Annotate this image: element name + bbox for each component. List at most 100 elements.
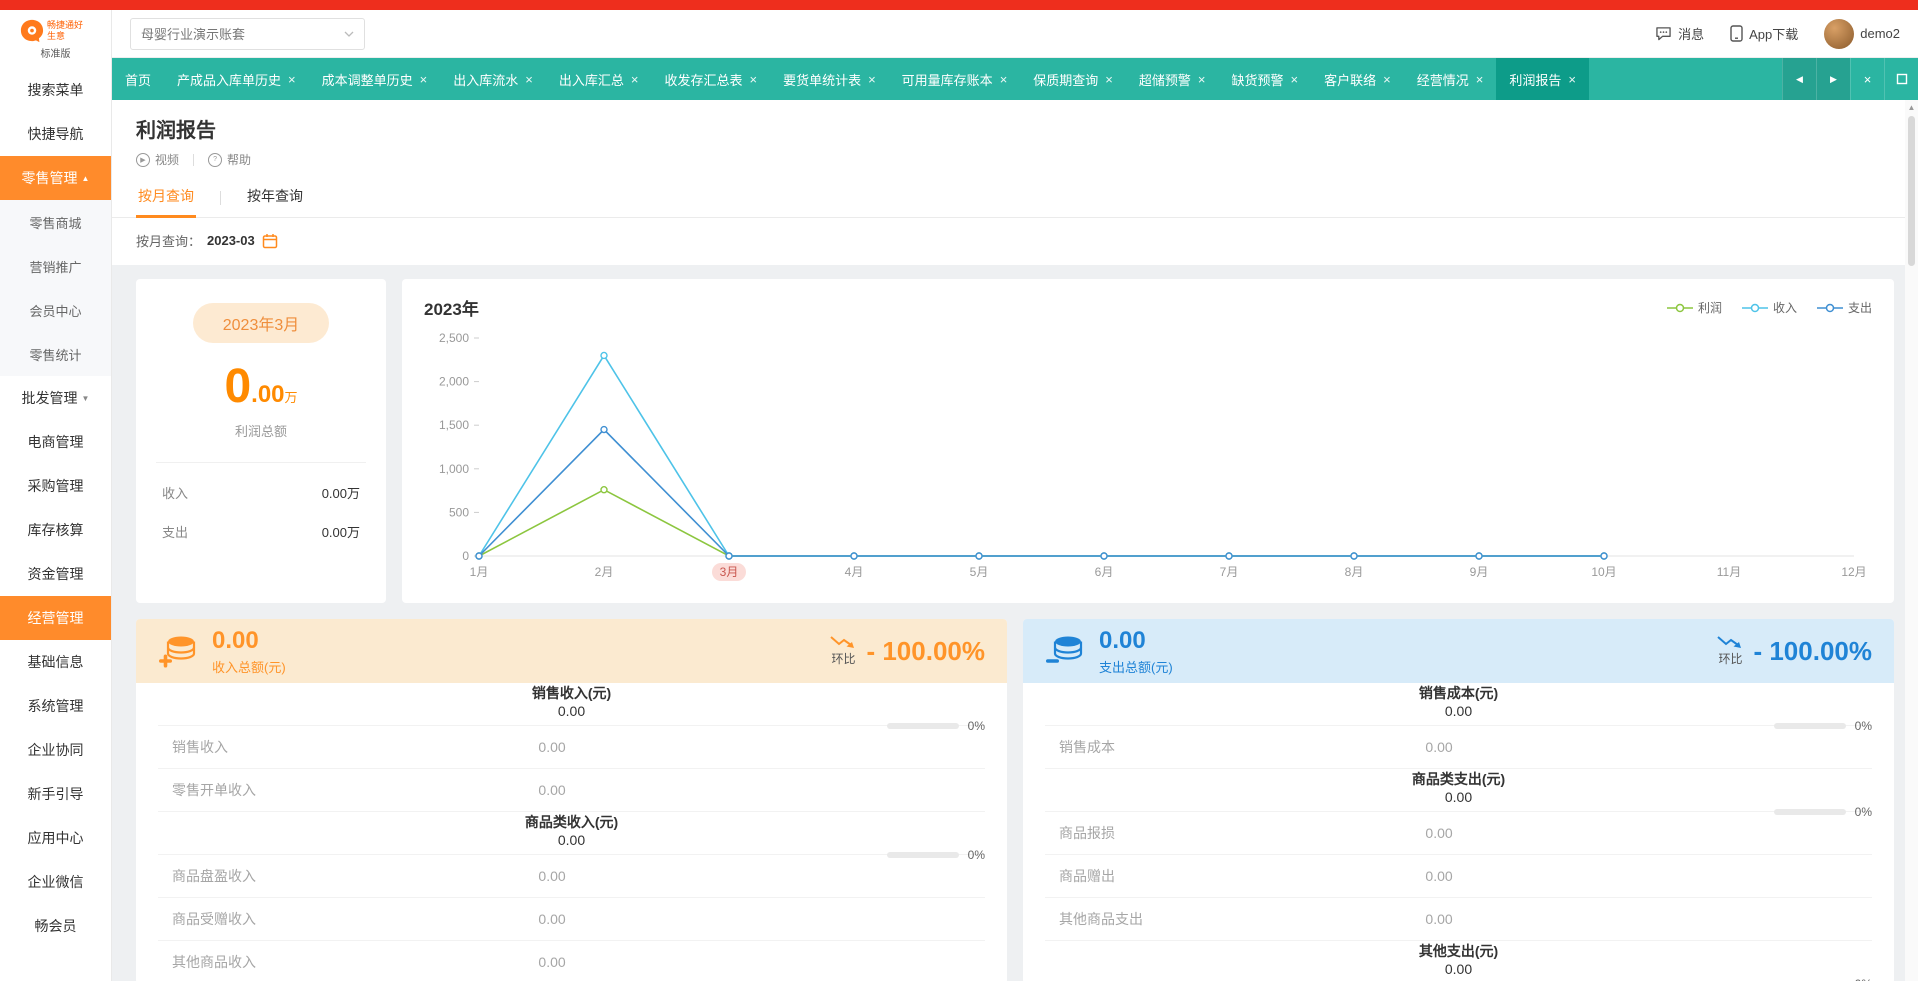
stat-row-value: 0.00 (1425, 868, 1453, 884)
sidebar-item-basic-info[interactable]: 基础信息 (0, 640, 111, 684)
page-content: 利润报告 ▶ 视频 ? 帮助 按月查询 按年查询 按月查询： 2023-03 2… (112, 100, 1918, 981)
tab-monthly-query[interactable]: 按月查询 (136, 178, 196, 218)
stat-row: 销售收入 0.00 (158, 726, 985, 769)
tab-yearly-query[interactable]: 按年查询 (245, 178, 305, 217)
sidebar: 畅捷通好生意 标准版 搜索菜单快捷导航零售管理 ▲ 零售商城 营销推广 会员中心 零售统计… (0, 10, 112, 981)
sidebar-item-wholesale-mgmt[interactable]: 批发管理 ▼ (0, 376, 111, 420)
messages-label: 消息 (1678, 27, 1705, 42)
tab-item[interactable]: 客户联络 × (1311, 58, 1404, 100)
sidebar-item-label: 快捷导航 (27, 126, 84, 142)
progress-group: 0% (886, 848, 985, 862)
sidebar-item-enterprise-wechat[interactable]: 企业微信 (0, 860, 111, 904)
sidebar-item-app-center[interactable]: 应用中心 (0, 816, 111, 860)
video-label: 视频 (155, 153, 180, 167)
close-tabs-icon[interactable]: × (1850, 58, 1884, 100)
income-total-label: 收入总额(元) (212, 659, 286, 675)
close-tab-icon[interactable]: × (1291, 72, 1299, 87)
sidebar-item-label: 基础信息 (27, 654, 84, 670)
legend-item[interactable]: 支出 (1816, 299, 1872, 316)
close-tab-icon[interactable]: × (868, 72, 876, 87)
brand-logo[interactable]: 畅捷通好生意 标准版 (0, 10, 111, 68)
sidebar-item-marketing-promo[interactable]: 营销推广 (0, 244, 111, 288)
tab-scroll-left-icon[interactable]: ◀ (1782, 58, 1816, 100)
tab-item[interactable]: 可用量库存账本 × (889, 58, 1021, 100)
sidebar-item-funds-mgmt[interactable]: 资金管理 (0, 552, 111, 596)
close-tab-icon[interactable]: × (749, 72, 757, 87)
tab-label: 保质期查询 (1033, 72, 1099, 88)
tab-item[interactable]: 要货单统计表 × (770, 58, 889, 100)
tab-item[interactable]: 出入库流水 × (440, 58, 546, 100)
tab-item[interactable]: 出入库汇总 × (546, 58, 652, 100)
expense-rows: 销售成本(元) 0.00 0% 销售成本 0.00 商品类支出(元) 0.00 0% 商品报损 0… (1023, 683, 1894, 981)
help-label: 帮助 (227, 153, 252, 167)
sidebar-item-enterprise-collab[interactable]: 企业协同 (0, 728, 111, 772)
app-download-button[interactable]: App下载 (1730, 24, 1798, 43)
messages-button[interactable]: 消息 (1655, 24, 1704, 43)
sidebar-item-operations-mgmt[interactable]: 经营管理 (0, 596, 111, 640)
sidebar-item-retail-mall[interactable]: 零售商城 (0, 200, 111, 244)
legend-item[interactable]: 利润 (1666, 299, 1722, 316)
stat-row-label: 商品类支出(元) (1411, 771, 1506, 787)
tab-item[interactable]: 超储预警 × (1126, 58, 1219, 100)
sidebar-item-chang-member[interactable]: 畅会员 (0, 904, 111, 948)
stat-row-value: 0.00 (557, 703, 586, 719)
close-tab-icon[interactable]: × (1476, 72, 1484, 87)
calendar-icon[interactable] (262, 233, 278, 249)
svg-text:6月: 6月 (1095, 565, 1114, 579)
close-tab-icon[interactable]: × (1000, 72, 1008, 87)
svg-text:500: 500 (449, 505, 469, 519)
month-picker-value: 2023-03 (207, 233, 255, 248)
fullscreen-icon[interactable] (1884, 58, 1918, 100)
close-tab-icon[interactable]: × (525, 72, 533, 87)
month-picker[interactable]: 2023-03 (207, 233, 278, 249)
tab-item[interactable]: 收发存汇总表 × (651, 58, 770, 100)
income-ratio-label: 环比 (831, 652, 856, 666)
tab-scroll-right-icon[interactable]: ▶ (1816, 58, 1850, 100)
close-tab-icon[interactable]: × (631, 72, 639, 87)
expense-total: 0.00 (1099, 626, 1146, 654)
close-tab-icon[interactable]: × (1105, 72, 1113, 87)
sidebar-item-member-center[interactable]: 会员中心 (0, 288, 111, 332)
sidebar-item-beginner-guide[interactable]: 新手引导 (0, 772, 111, 816)
sidebar-item-quick-nav[interactable]: 快捷导航 (0, 112, 111, 156)
user-menu[interactable]: demo2 (1824, 18, 1900, 49)
scrollbar-thumb[interactable] (1908, 116, 1915, 266)
tab-item[interactable]: 产成品入库单历史 × (164, 58, 309, 100)
tab-label: 出入库流水 (453, 72, 519, 88)
stat-row-value: 0.00 (538, 782, 566, 798)
chart-title: 2023年 (424, 300, 479, 319)
stat-row-value: 0.00 (1444, 961, 1473, 977)
tab-item[interactable]: 经营情况 × (1404, 58, 1497, 100)
tab-item[interactable]: 缺货预警 × (1219, 58, 1312, 100)
sidebar-item-purchase-mgmt[interactable]: 采购管理 (0, 464, 111, 508)
tab-item[interactable]: 成本调整单历史 × (309, 58, 441, 100)
filter-row: 按月查询： 2023-03 (112, 218, 1918, 265)
sidebar-item-system-mgmt[interactable]: 系统管理 (0, 684, 111, 728)
sidebar-item-search-menu[interactable]: 搜索菜单 (0, 68, 111, 112)
sidebar-item-ecommerce-mgmt[interactable]: 电商管理 (0, 420, 111, 464)
sidebar-item-retail-stats[interactable]: 零售统计 (0, 332, 111, 376)
help-link[interactable]: ? 帮助 (208, 151, 251, 168)
close-tab-icon[interactable]: × (1568, 72, 1576, 87)
scrollbar[interactable]: ▲ (1905, 100, 1918, 981)
username: demo2 (1860, 26, 1900, 41)
video-link[interactable]: ▶ 视频 (136, 151, 179, 168)
tab-item[interactable]: 利润报告 × (1496, 58, 1589, 100)
stat-row: 销售成本(元) 0.00 0% (1045, 683, 1872, 733)
stat-row-label: 商品赠出 (1059, 868, 1115, 884)
sidebar-item-retail-mgmt[interactable]: 零售管理 ▲ (0, 156, 111, 200)
scroll-up-icon[interactable]: ▲ (1908, 100, 1916, 112)
tab-item[interactable]: 首页 (112, 58, 164, 100)
close-tab-icon[interactable]: × (1383, 72, 1391, 87)
filter-label: 按月查询： (136, 234, 202, 249)
tab-item[interactable]: 保质期查询 × (1020, 58, 1126, 100)
account-selector[interactable]: 母婴行业演示账套 (130, 17, 365, 50)
legend-item[interactable]: 收入 (1741, 299, 1797, 316)
close-tab-icon[interactable]: × (288, 72, 296, 87)
stat-row-label: 销售成本 (1059, 739, 1115, 755)
svg-text:3月: 3月 (720, 565, 739, 579)
close-tab-icon[interactable]: × (420, 72, 428, 87)
close-tab-icon[interactable]: × (1198, 72, 1206, 87)
summary-row-label: 收入 (162, 486, 189, 501)
sidebar-item-inventory-accounting[interactable]: 库存核算 (0, 508, 111, 552)
